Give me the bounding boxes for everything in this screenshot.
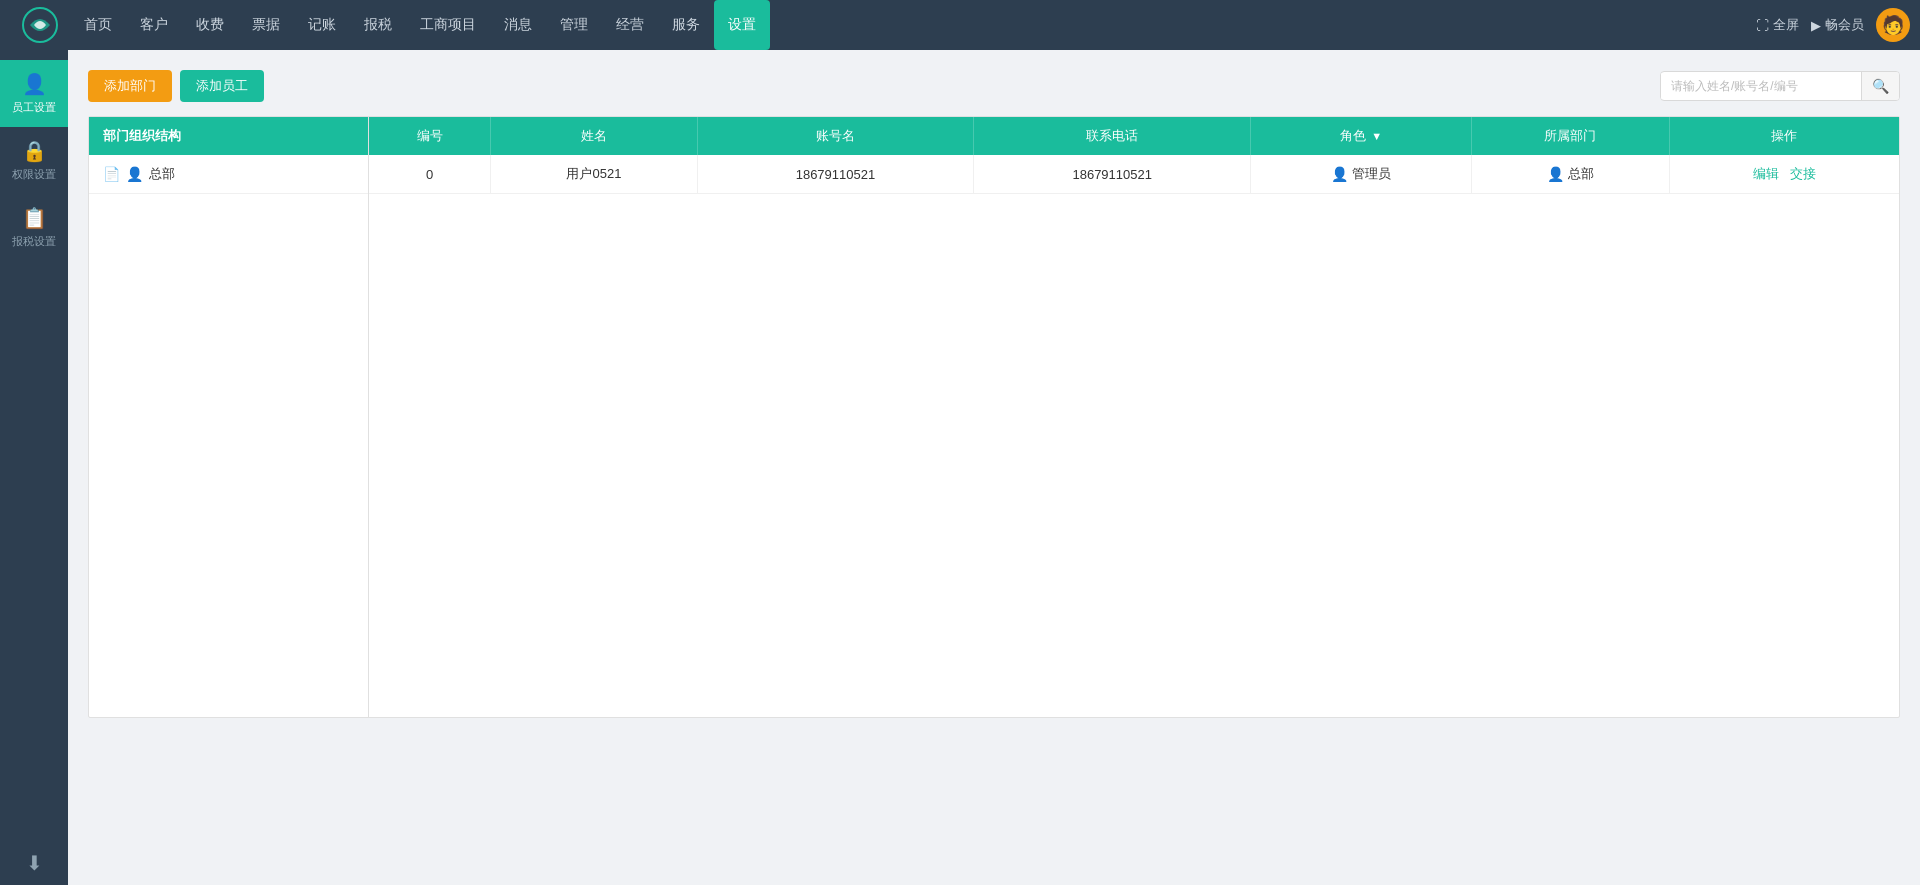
sidebar-label-permission: 权限设置 <box>12 167 56 182</box>
role-badge: 👤 管理员 <box>1331 165 1391 183</box>
th-name: 姓名 <box>491 117 697 155</box>
sidebar-item-tax-settings[interactable]: 📋 报税设置 <box>0 194 68 261</box>
table-panel: 编号 姓名 账号名 联系电话 角色 ▼ 所属部门 操作 0 <box>369 117 1899 717</box>
th-dept: 所属部门 <box>1471 117 1669 155</box>
cell-id: 0 <box>369 155 491 194</box>
nav-item-operation[interactable]: 经营 <box>602 0 658 50</box>
nav-item-tax[interactable]: 报税 <box>350 0 406 50</box>
member-label: 畅会员 <box>1825 16 1864 34</box>
th-role[interactable]: 角色 ▼ <box>1251 117 1472 155</box>
fullscreen-btn[interactable]: ⛶ 全屏 <box>1756 16 1799 34</box>
tree-item-general[interactable]: 📄 👤 总部 <box>89 155 368 194</box>
role-label: 管理员 <box>1352 165 1391 183</box>
nav-items: 首页 客户 收费 票据 记账 报税 工商项目 消息 管理 经营 服务 设置 <box>70 0 1756 50</box>
nav-item-service[interactable]: 服务 <box>658 0 714 50</box>
fullscreen-icon: ⛶ <box>1756 18 1769 33</box>
dept-user-icon: 👤 <box>1547 166 1564 182</box>
dept-badge: 👤 总部 <box>1547 165 1594 183</box>
nav-item-fee[interactable]: 收费 <box>182 0 238 50</box>
member-btn[interactable]: ▶ 畅会员 <box>1811 16 1864 34</box>
search-icon: 🔍 <box>1872 78 1889 94</box>
tree-panel: 部门组织结构 📄 👤 总部 <box>89 117 369 717</box>
logo <box>10 7 70 43</box>
th-phone: 联系电话 <box>974 117 1251 155</box>
cell-dept: 👤 总部 <box>1471 155 1669 194</box>
table-row: 0 用户0521 18679110521 18679110521 👤 管理员 <box>369 155 1899 194</box>
search-button[interactable]: 🔍 <box>1861 72 1899 100</box>
add-employee-button[interactable]: 添加员工 <box>180 70 264 102</box>
member-icon: ▶ <box>1811 18 1821 33</box>
tree-header: 部门组织结构 <box>89 117 368 155</box>
permission-icon: 🔒 <box>22 139 47 163</box>
filter-icon: ▼ <box>1371 130 1382 142</box>
nav-item-message[interactable]: 消息 <box>490 0 546 50</box>
cell-role: 👤 管理员 <box>1251 155 1472 194</box>
nav-item-settings[interactable]: 设置 <box>714 0 770 50</box>
sidebar-item-permission[interactable]: 🔒 权限设置 <box>0 127 68 194</box>
top-nav: 首页 客户 收费 票据 记账 报税 工商项目 消息 管理 经营 服务 设置 ⛶ … <box>0 0 1920 50</box>
transfer-link[interactable]: 交接 <box>1790 166 1816 181</box>
search-box: 🔍 <box>1660 71 1900 101</box>
download-icon[interactable]: ⬇ <box>26 851 43 875</box>
tax-settings-icon: 📋 <box>22 206 47 230</box>
nav-item-account[interactable]: 记账 <box>294 0 350 50</box>
employee-table: 编号 姓名 账号名 联系电话 角色 ▼ 所属部门 操作 0 <box>369 117 1899 194</box>
employee-icon: 👤 <box>22 72 47 96</box>
search-input[interactable] <box>1661 73 1861 99</box>
cell-actions: 编辑 交接 <box>1669 155 1899 194</box>
sidebar-label-employee: 员工设置 <box>12 100 56 115</box>
nav-item-manage[interactable]: 管理 <box>546 0 602 50</box>
cell-account: 18679110521 <box>697 155 974 194</box>
file-icon: 📄 <box>103 166 120 182</box>
main-content: 添加部门 添加员工 🔍 部门组织结构 📄 👤 总部 编号 <box>68 50 1920 885</box>
dept-label: 总部 <box>1568 165 1594 183</box>
sidebar-item-employee[interactable]: 👤 员工设置 <box>0 60 68 127</box>
nav-item-bill[interactable]: 票据 <box>238 0 294 50</box>
table-header-row: 编号 姓名 账号名 联系电话 角色 ▼ 所属部门 操作 <box>369 117 1899 155</box>
avatar[interactable]: 🧑 <box>1876 8 1910 42</box>
sidebar-label-tax-settings: 报税设置 <box>12 234 56 249</box>
th-id: 编号 <box>369 117 491 155</box>
avatar-icon: 🧑 <box>1882 14 1904 36</box>
user-icon: 👤 <box>126 166 143 182</box>
cell-phone: 18679110521 <box>974 155 1251 194</box>
action-bar: 添加部门 添加员工 🔍 <box>88 70 1900 102</box>
cell-name: 用户0521 <box>491 155 697 194</box>
th-actions: 操作 <box>1669 117 1899 155</box>
nav-item-business[interactable]: 工商项目 <box>406 0 490 50</box>
sidebar-bottom: ⬇ <box>0 851 68 875</box>
nav-right: ⛶ 全屏 ▶ 畅会员 🧑 <box>1756 8 1910 42</box>
tree-item-label: 总部 <box>149 165 175 183</box>
sidebar: 👤 员工设置 🔒 权限设置 📋 报税设置 ⬇ <box>0 50 68 885</box>
add-dept-button[interactable]: 添加部门 <box>88 70 172 102</box>
nav-item-customer[interactable]: 客户 <box>126 0 182 50</box>
content-wrapper: 部门组织结构 📄 👤 总部 编号 姓名 账号名 联系电话 角色 <box>88 116 1900 718</box>
role-user-icon: 👤 <box>1331 166 1348 182</box>
edit-link[interactable]: 编辑 <box>1753 166 1779 181</box>
th-account: 账号名 <box>697 117 974 155</box>
nav-item-home[interactable]: 首页 <box>70 0 126 50</box>
logo-icon <box>22 7 58 43</box>
fullscreen-label: 全屏 <box>1773 16 1799 34</box>
th-role-label: 角色 <box>1340 128 1366 143</box>
